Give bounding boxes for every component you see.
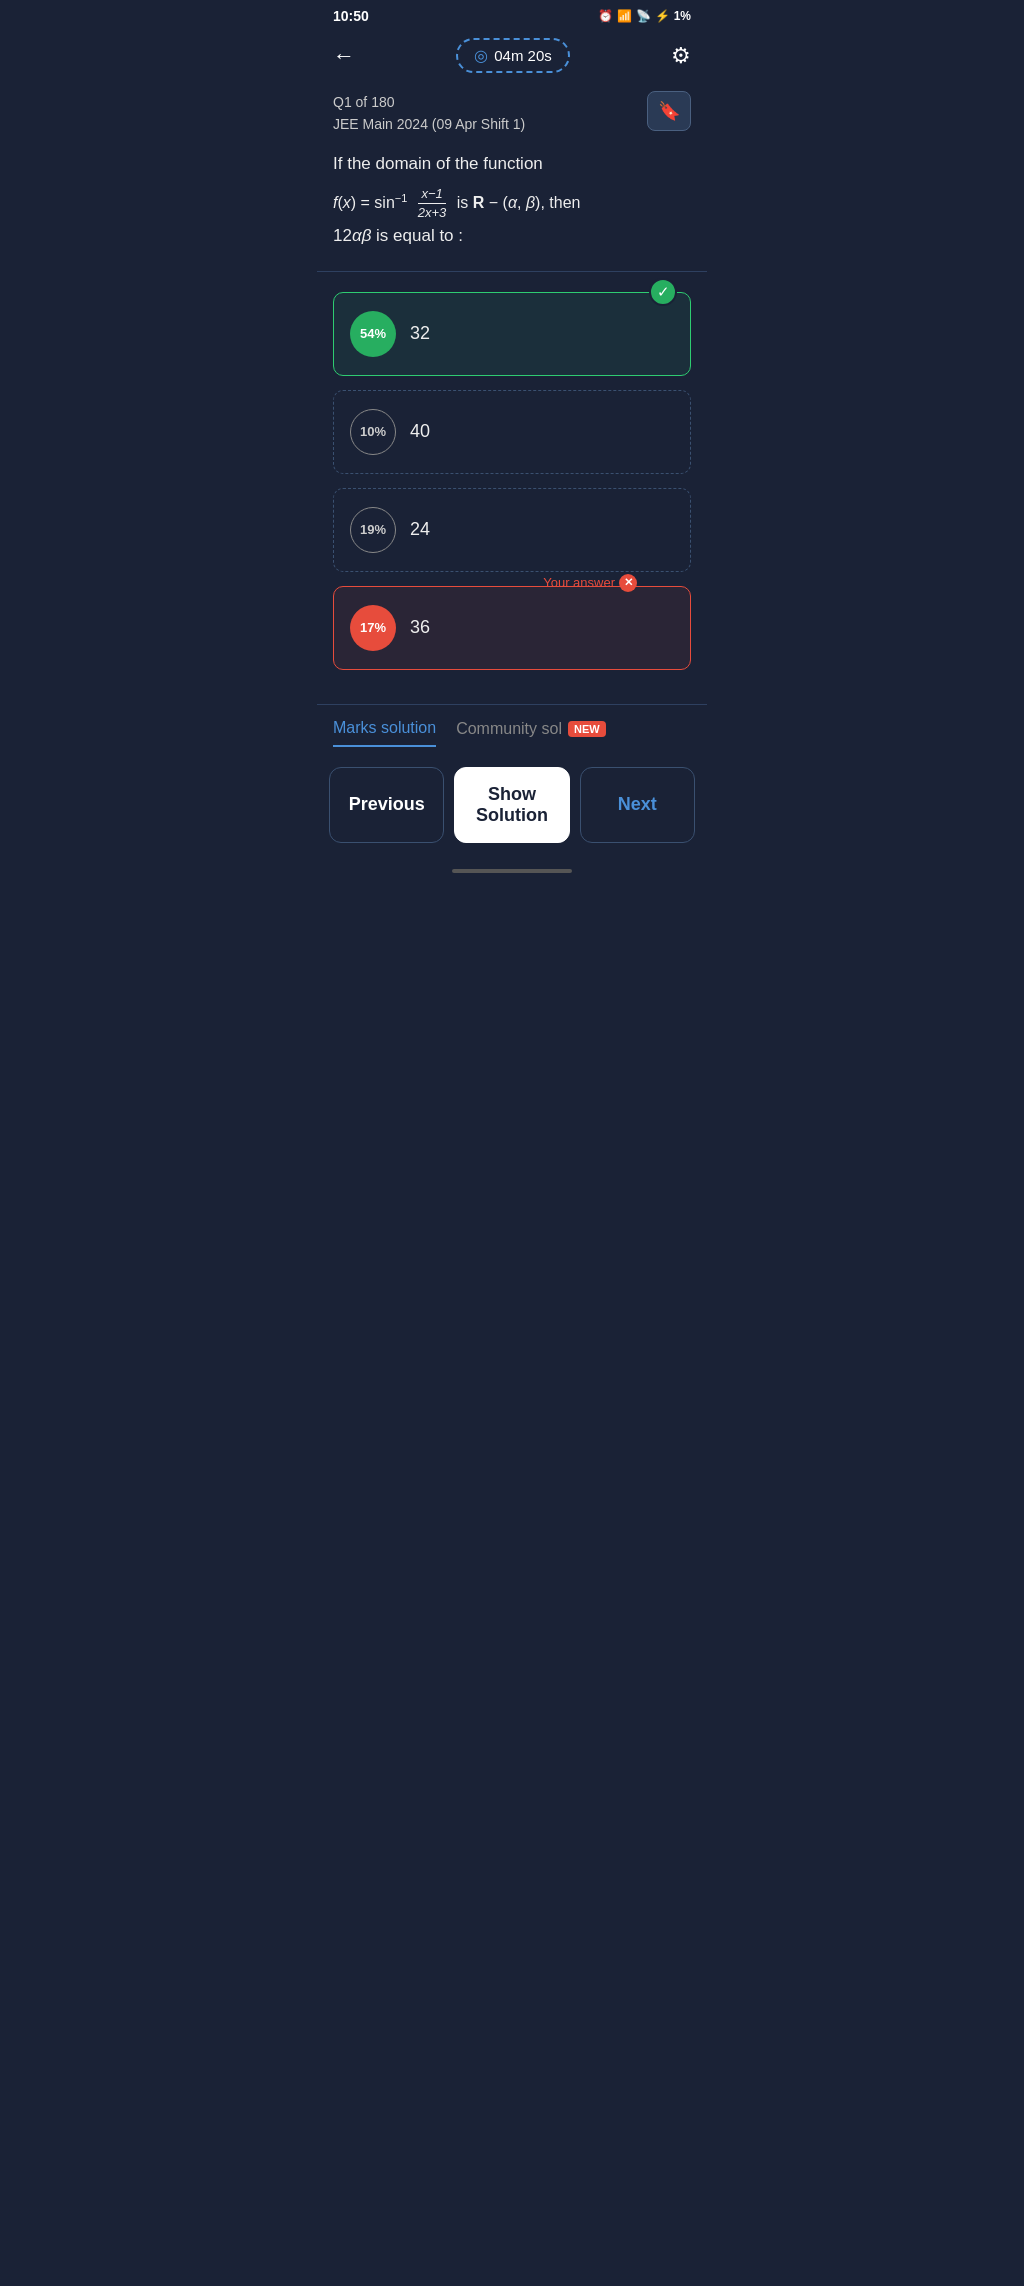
option-d-wrapper: Your answer ✕ 17% 36 [333, 586, 691, 670]
option-c-wrapper: 19% 24 [333, 488, 691, 572]
timer-label: 04m 20s [494, 47, 552, 64]
option-d[interactable]: 17% 36 [333, 586, 691, 670]
option-b-wrapper: 10% 40 [333, 390, 691, 474]
question-content: If the domain of the function f(x) = sin… [317, 140, 707, 271]
option-c-value: 24 [410, 519, 430, 540]
options-area: ✓ 54% 32 10% 40 19% 24 Your answer ✕ 17%… [317, 282, 707, 694]
question-number: Q1 of 180 [333, 91, 525, 113]
option-a[interactable]: 54% 32 [333, 292, 691, 376]
option-d-value: 36 [410, 617, 430, 638]
option-b-value: 40 [410, 421, 430, 442]
battery-icon: ⚡ [655, 9, 670, 23]
status-bar: 10:50 ⏰ 📶 📡 ⚡ 1% [317, 0, 707, 28]
question-line3: 12αβ is equal to : [333, 222, 691, 251]
question-line1: If the domain of the function [333, 150, 691, 179]
next-button[interactable]: Next [580, 767, 695, 843]
previous-button[interactable]: Previous [329, 767, 444, 843]
option-b[interactable]: 10% 40 [333, 390, 691, 474]
signal-icon: 📡 [636, 9, 651, 23]
question-meta: Q1 of 180 JEE Main 2024 (09 Apr Shift 1)… [317, 83, 707, 140]
option-a-value: 32 [410, 323, 430, 344]
option-d-percent: 17% [350, 605, 396, 651]
bottom-tabs: Marks solution Community sol NEW [317, 704, 707, 753]
back-button[interactable]: ← [333, 43, 355, 69]
tab-marks-solution[interactable]: Marks solution [333, 719, 436, 747]
question-source: JEE Main 2024 (09 Apr Shift 1) [333, 113, 525, 135]
divider [317, 271, 707, 272]
timer-icon: ◎ [474, 46, 488, 65]
settings-button[interactable]: ⚙ [671, 43, 691, 69]
question-info: Q1 of 180 JEE Main 2024 (09 Apr Shift 1) [333, 91, 525, 136]
alarm-icon: ⏰ [598, 9, 613, 23]
option-c[interactable]: 19% 24 [333, 488, 691, 572]
timer-pill[interactable]: ◎ 04m 20s [456, 38, 570, 73]
correct-checkmark: ✓ [649, 278, 677, 306]
option-a-percent: 54% [350, 311, 396, 357]
option-b-percent: 10% [350, 409, 396, 455]
status-time: 10:50 [333, 8, 369, 24]
show-solution-button[interactable]: Show Solution [454, 767, 569, 843]
option-a-wrapper: ✓ 54% 32 [333, 292, 691, 376]
tab-community-solution[interactable]: Community sol NEW [456, 719, 605, 747]
nav-buttons: Previous Show Solution Next [317, 753, 707, 863]
header: ← ◎ 04m 20s ⚙ [317, 28, 707, 83]
question-line2: f(x) = sin−1 x−1 2x+3 is R − (α, β), the… [333, 185, 691, 222]
bookmark-button[interactable]: 🔖 [647, 91, 691, 131]
status-icons: ⏰ 📶 📡 ⚡ 1% [598, 9, 691, 23]
home-indicator [452, 869, 572, 873]
new-badge: NEW [568, 721, 606, 737]
battery-percent: 1% [674, 9, 691, 23]
option-c-percent: 19% [350, 507, 396, 553]
wifi-icon: 📶 [617, 9, 632, 23]
